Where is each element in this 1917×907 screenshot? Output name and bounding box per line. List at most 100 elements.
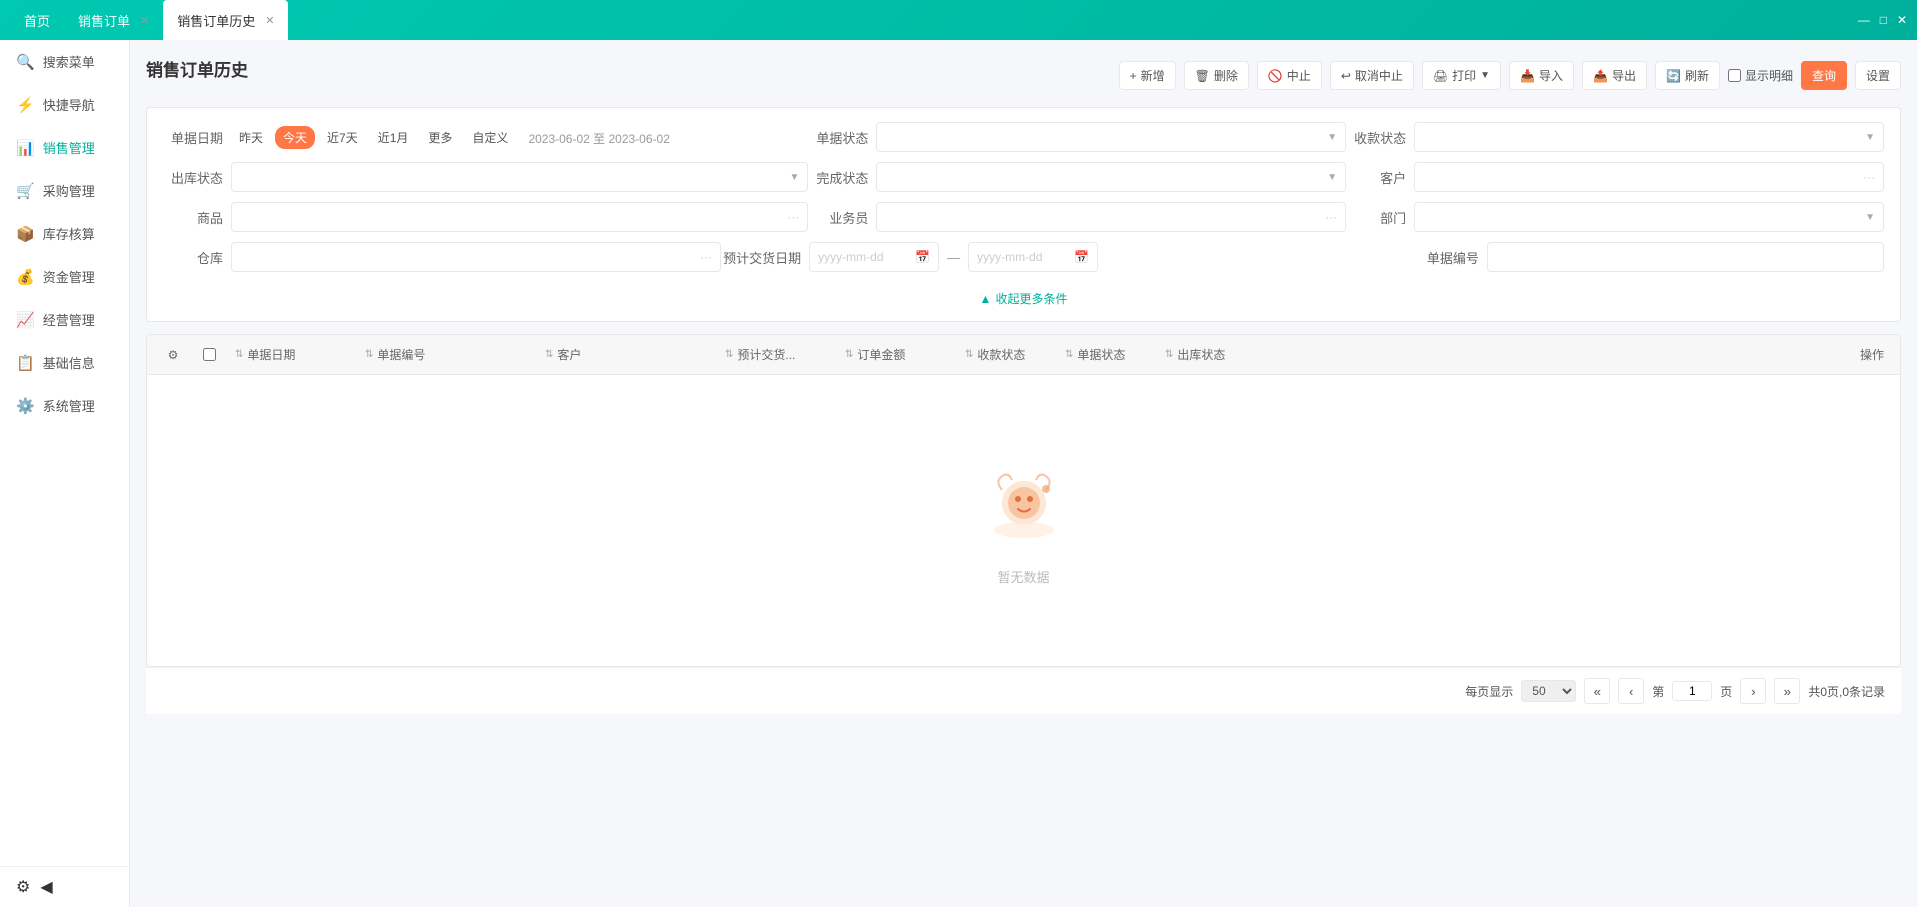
sidebar-item-purchase-mgmt-label: 采购管理: [43, 181, 95, 200]
top-bar-minimize[interactable]: —: [1858, 13, 1870, 27]
filter-row-1: 单据日期 昨天 今天 近7天 近1月 更多 自定义 2023-06-02 至 2…: [163, 122, 1884, 152]
outstock-status-select[interactable]: ▼: [231, 162, 808, 192]
warehouse-more-icon: ···: [700, 250, 712, 264]
complete-arrow-icon: ▼: [1327, 172, 1337, 183]
tab-sales-order-history-close[interactable]: ✕: [265, 14, 274, 27]
date-pill-more[interactable]: 更多: [420, 126, 460, 149]
sidebar-item-system-mgmt[interactable]: ⚙️ 系统管理: [0, 384, 129, 427]
first-page-btn[interactable]: «: [1584, 678, 1610, 704]
sidebar-item-fund-mgmt[interactable]: 💰 资金管理: [0, 255, 129, 298]
sidebar-item-search-menu[interactable]: 🔍 搜索菜单: [0, 40, 129, 83]
delivery-date-end[interactable]: yyyy-mm-dd 📅: [968, 242, 1098, 272]
delete-icon: 🗑: [1195, 69, 1210, 83]
salesman-input[interactable]: ···: [876, 202, 1346, 232]
date-pill-today[interactable]: 今天: [275, 126, 315, 149]
import-button[interactable]: 📥 导入: [1509, 61, 1574, 90]
sidebar-item-system-mgmt-label: 系统管理: [43, 396, 95, 415]
col-bill-no[interactable]: ⇅ 单据编号: [357, 346, 537, 363]
cancel-stop-button[interactable]: ↩ 取消中止: [1330, 61, 1414, 90]
show-detail-checkbox-wrapper[interactable]: 显示明细: [1728, 67, 1793, 84]
show-detail-checkbox[interactable]: [1728, 69, 1741, 82]
sidebar-item-quick-nav[interactable]: ⚡ 快捷导航: [0, 83, 129, 126]
cancel-stop-label: 取消中止: [1355, 67, 1403, 84]
tab-home[interactable]: 首页: [10, 0, 64, 40]
purchase-mgmt-icon: 🛒: [16, 182, 35, 200]
inventory-check-icon: 📦: [16, 225, 35, 243]
quick-nav-icon: ⚡: [16, 96, 35, 114]
sidebar-item-operation-mgmt[interactable]: 📈 经营管理: [0, 298, 129, 341]
salesman-more-icon: ···: [1325, 210, 1337, 224]
add-button[interactable]: + 新增: [1119, 61, 1176, 90]
date-pill-last7[interactable]: 近7天: [319, 126, 366, 149]
next-page-btn[interactable]: ›: [1740, 678, 1766, 704]
top-bar-close[interactable]: ✕: [1897, 13, 1907, 27]
page-number-input[interactable]: [1672, 681, 1712, 701]
top-bar-maximize[interactable]: □: [1880, 13, 1887, 27]
date-pill-last1m[interactable]: 近1月: [370, 126, 417, 149]
table-header: ⚙ ⇅ 单据日期 ⇅ 单据编号 ⇅ 客户 ⇅: [147, 335, 1900, 375]
dept-select[interactable]: ▼: [1414, 202, 1884, 232]
col-bill-date[interactable]: ⇅ 单据日期: [227, 346, 357, 363]
collapse-btn[interactable]: ▲ 收起更多条件: [980, 290, 1068, 307]
col-order-amount[interactable]: ⇅ 订单金额: [837, 346, 957, 363]
warehouse-input[interactable]: ···: [231, 242, 721, 272]
page-size-label: 每页显示: [1465, 683, 1513, 700]
query-button[interactable]: 查询: [1801, 61, 1847, 90]
outstock-status-label: 出库状态: [163, 168, 223, 187]
col-checkbox[interactable]: [191, 348, 227, 361]
col-receipt-status[interactable]: ⇅ 收款状态: [957, 346, 1057, 363]
filter-row-4: 仓库 ··· 预计交货日期 yyyy-mm-dd 📅 — yyyy: [163, 242, 1884, 272]
prev-page-btn[interactable]: ‹: [1618, 678, 1644, 704]
tab-sales-order-close[interactable]: ✕: [140, 14, 149, 27]
print-icon: 🖨: [1433, 69, 1448, 83]
sidebar-settings-icon[interactable]: ⚙: [16, 877, 30, 897]
col-gear[interactable]: ⚙: [155, 348, 191, 362]
sales-mgmt-icon: 📊: [16, 139, 35, 157]
sidebar-item-sales-mgmt-label: 销售管理: [43, 138, 95, 157]
sidebar-item-purchase-mgmt[interactable]: 🛒 采购管理: [0, 169, 129, 212]
customer-input[interactable]: ···: [1414, 162, 1884, 192]
product-input[interactable]: ···: [231, 202, 808, 232]
sidebar-item-sales-mgmt[interactable]: 📊 销售管理: [0, 126, 129, 169]
show-detail-label: 显示明细: [1745, 67, 1793, 84]
sidebar-collapse-icon[interactable]: ◀: [40, 877, 52, 897]
tab-sales-order-history[interactable]: 销售订单历史 ✕: [163, 0, 288, 40]
pagination-bar: 每页显示 10 20 50 100 « ‹ 第 页 › » 共0页,0条记录: [146, 667, 1901, 714]
settings-button[interactable]: 设置: [1855, 61, 1901, 90]
tab-sales-order[interactable]: 销售订单 ✕: [64, 0, 163, 40]
sidebar-bottom: ⚙ ◀: [0, 866, 129, 907]
tab-sales-order-label: 销售订单: [78, 11, 130, 30]
date-pill-custom[interactable]: 自定义: [464, 126, 516, 149]
sort-icon-amount: ⇅: [845, 349, 853, 360]
col-delivery-date[interactable]: ⇅ 预计交货...: [717, 346, 837, 363]
receipt-status-select[interactable]: ▼: [1414, 122, 1884, 152]
col-outstock-status[interactable]: ⇅ 出库状态: [1157, 346, 1257, 363]
complete-status-select[interactable]: ▼: [876, 162, 1346, 192]
sidebar-item-basic-info[interactable]: 📋 基础信息: [0, 341, 129, 384]
last-page-btn[interactable]: »: [1774, 678, 1800, 704]
calendar-start-icon: 📅: [915, 250, 930, 264]
export-button[interactable]: 📤 导出: [1582, 61, 1647, 90]
stop-button[interactable]: 🚫 中止: [1257, 61, 1322, 90]
refresh-button[interactable]: 🔄 刷新: [1655, 61, 1720, 90]
sort-icon-receipt: ⇅: [965, 349, 973, 360]
bill-date-label: 单据日期: [163, 128, 223, 147]
col-delivery-label: 预计交货...: [737, 346, 795, 363]
page-size-select[interactable]: 10 20 50 100: [1521, 680, 1576, 702]
col-bill-status[interactable]: ⇅ 单据状态: [1057, 346, 1157, 363]
filter-cell-dept: 部门 ▼: [1346, 202, 1884, 232]
sidebar-item-quick-nav-label: 快捷导航: [43, 95, 95, 114]
col-customer[interactable]: ⇅ 客户: [537, 346, 717, 363]
date-pill-yesterday[interactable]: 昨天: [231, 126, 271, 149]
system-mgmt-icon: ⚙️: [16, 397, 35, 415]
print-button[interactable]: 🖨 打印 ▼: [1422, 61, 1501, 90]
delete-button[interactable]: 🗑 删除: [1184, 61, 1249, 90]
bill-status-select[interactable]: ▼: [876, 122, 1346, 152]
bill-no-input[interactable]: [1487, 242, 1884, 272]
sidebar-item-inventory-check-label: 库存核算: [43, 224, 95, 243]
select-all-checkbox[interactable]: [203, 348, 216, 361]
delivery-date-start[interactable]: yyyy-mm-dd 📅: [809, 242, 939, 272]
sidebar-item-inventory-check[interactable]: 📦 库存核算: [0, 212, 129, 255]
filter-cell-receipt-status: 收款状态 ▼: [1346, 122, 1884, 152]
empty-illustration: [974, 455, 1074, 555]
